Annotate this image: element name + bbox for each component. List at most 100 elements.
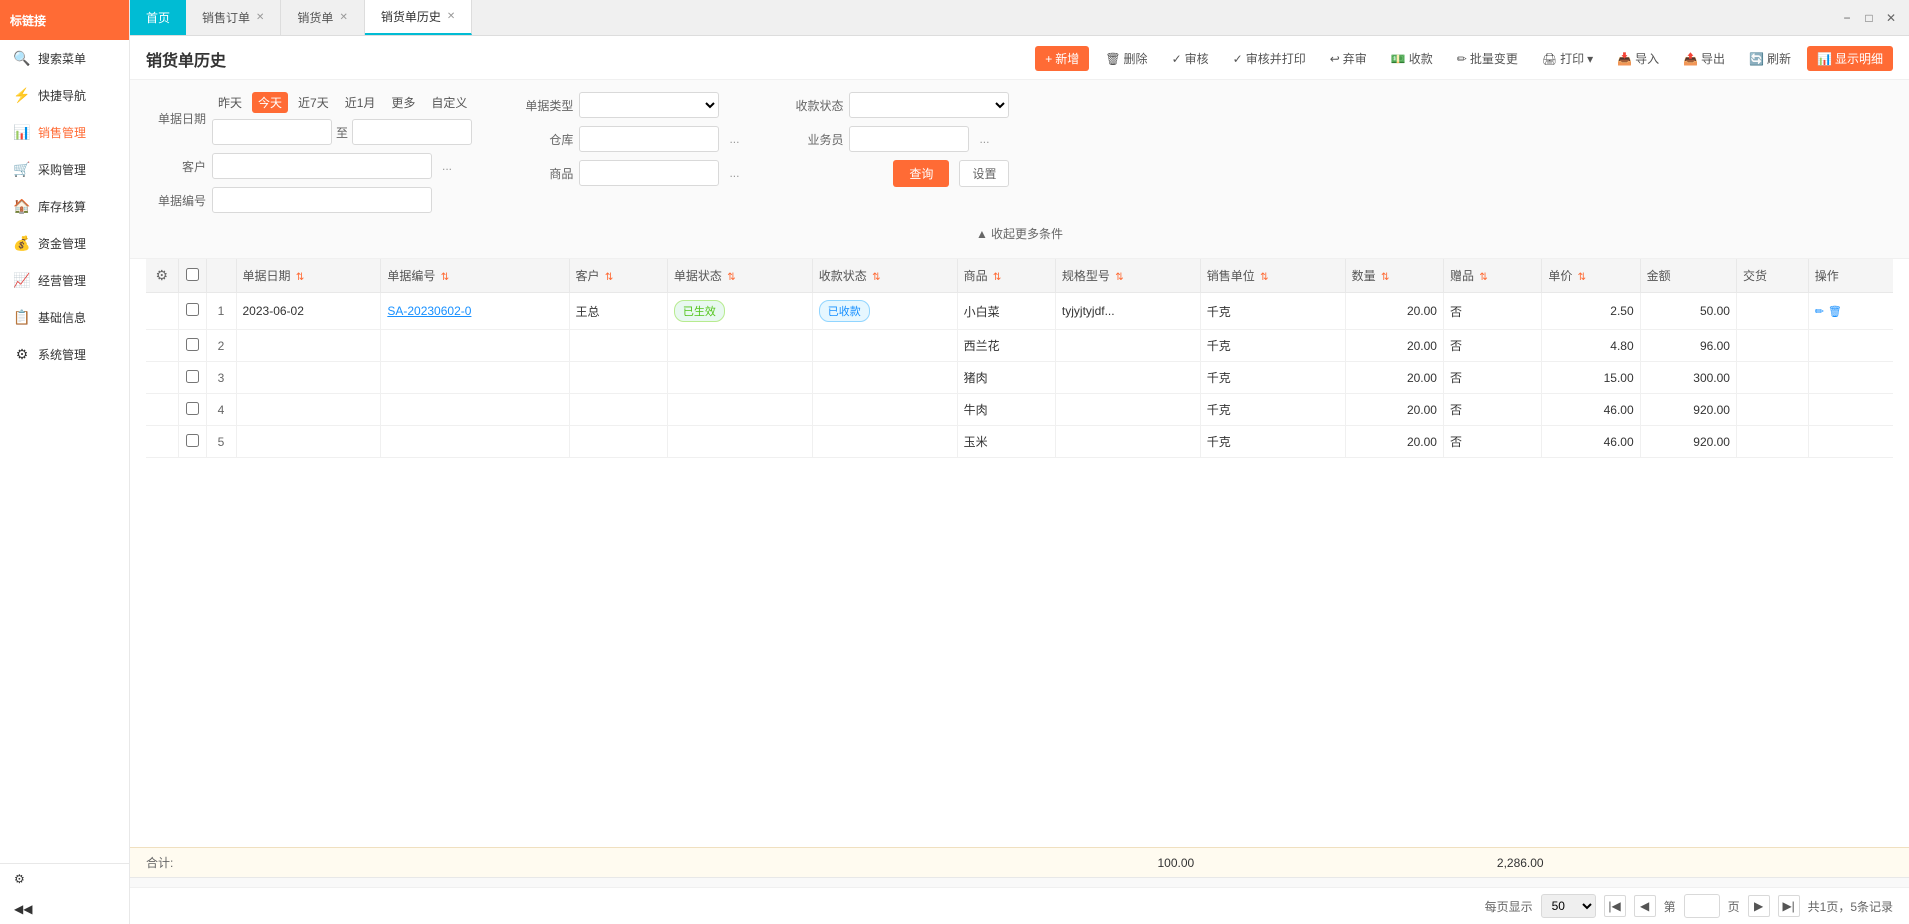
prev-page-btn[interactable]: ◀ [1634,895,1656,917]
docno-input[interactable] [212,187,432,213]
row-checkbox[interactable] [186,402,199,415]
customer-label: 客户 [146,158,206,175]
first-page-btn[interactable]: |◀ [1604,895,1626,917]
row-checkbox[interactable] [186,434,199,447]
tab-sales-goods-close[interactable]: ✕ [339,12,347,23]
set-button[interactable]: 设置 [959,160,1009,187]
staff-input[interactable] [849,126,969,152]
col-gift[interactable]: 赠品 ⇅ [1443,259,1541,293]
main-content: 首页 销售订单 ✕ 销货单 ✕ 销货单历史 ✕ − □ ✕ 销货单历史 + [130,0,1909,924]
date-tab-today[interactable]: 今天 [252,92,288,113]
col-sales-unit[interactable]: 销售单位 ⇅ [1200,259,1345,293]
tab-close-all-btn[interactable]: ✕ [1883,10,1899,26]
action-编辑[interactable]: ✏ [1815,306,1824,318]
collapse-filter-btn[interactable]: ▲ 收起更多条件 [968,221,1071,246]
col-goods[interactable]: 商品 ⇅ [957,259,1055,293]
batch-change-button[interactable]: ✏ 批量变更 [1449,46,1526,71]
print-button[interactable]: 🖨 打印 ▾ [1534,46,1601,71]
date-tab-more[interactable]: 更多 [385,92,421,113]
delete-button[interactable]: 🗑 删除 [1097,46,1155,71]
date-tab-custom[interactable]: 自定义 [425,92,473,113]
cell-check[interactable] [178,362,206,394]
cell-check[interactable] [178,426,206,458]
refresh-button[interactable]: 🔄 刷新 [1741,46,1799,71]
cell-spec [1055,426,1200,458]
col-check[interactable] [178,259,206,293]
customer-ellipsis[interactable]: ... [438,159,456,173]
col-payment-status[interactable]: 收款状态 ⇅ [812,259,957,293]
date-tab-yesterday[interactable]: 昨天 [212,92,248,113]
goods-input[interactable] [579,160,719,186]
row-checkbox[interactable] [186,370,199,383]
show-detail-button[interactable]: 📊 显示明细 [1807,46,1893,71]
customer-input[interactable] [212,153,432,179]
date-to-input[interactable]: 2023-06-02 [352,119,472,145]
tab-sales-history-close[interactable]: ✕ [447,11,455,22]
warehouse-ellipsis[interactable]: ... [725,132,743,146]
settings-gear-icon[interactable]: ⚙ [155,267,168,283]
import-button[interactable]: 📥 导入 [1609,46,1667,71]
goods-ellipsis[interactable]: ... [725,166,743,180]
row-checkbox[interactable] [186,303,199,316]
sidebar-item-quick-nav[interactable]: ⚡ 快捷导航 [0,77,129,114]
sidebar-item-inventory[interactable]: 🏠 库存核算 [0,188,129,225]
staff-ellipsis[interactable]: ... [975,132,993,146]
export-button[interactable]: 📤 导出 [1675,46,1733,71]
collect-button[interactable]: 💵 收款 [1383,46,1441,71]
col-transaction-label: 交货 [1743,269,1767,283]
tab-sales-history-label: 销货单历史 [381,8,441,25]
last-page-btn[interactable]: ▶| [1778,895,1800,917]
row-checkbox[interactable] [186,338,199,351]
tab-expand-btn[interactable]: □ [1861,10,1877,26]
col-settings[interactable]: ⚙ [146,259,178,293]
cell-customer [569,330,667,362]
sidebar-item-sales-mgmt[interactable]: 📊 销售管理 [0,114,129,151]
add-button[interactable]: + 新增 [1035,46,1089,71]
doctype-select[interactable] [579,92,719,118]
tab-sales-goods[interactable]: 销货单 ✕ [281,0,364,35]
cell-check[interactable] [178,330,206,362]
sidebar-item-ops-mgmt[interactable]: 📈 经营管理 [0,262,129,299]
sidebar-item-fund-mgmt[interactable]: 💰 资金管理 [0,225,129,262]
filter-staff-item: 业务员 ... [783,126,1009,152]
cell-check[interactable] [178,394,206,426]
sidebar-collapse-btn[interactable]: ◀◀ [0,894,129,924]
next-page-btn[interactable]: ▶ [1748,895,1770,917]
col-doc-date[interactable]: 单据日期 ⇅ [236,259,381,293]
select-all-checkbox[interactable] [186,268,199,281]
sidebar-item-search-menu[interactable]: 🔍 搜索菜单 [0,40,129,77]
action-删除[interactable]: 🗑 [1828,306,1842,318]
tab-minimize-btn[interactable]: − [1839,10,1855,26]
cell-check[interactable] [178,293,206,330]
date-from-input[interactable]: 2023-06-02 [212,119,332,145]
sidebar-settings-btn[interactable]: ⚙ [0,864,129,894]
col-unit-price[interactable]: 单价 ⇅ [1542,259,1640,293]
col-quantity[interactable]: 数量 ⇅ [1345,259,1443,293]
tab-sales-history[interactable]: 销货单历史 ✕ [365,0,472,35]
col-customer[interactable]: 客户 ⇅ [569,259,667,293]
sidebar-item-basic-info[interactable]: 📋 基础信息 [0,299,129,336]
tab-sales-order-close[interactable]: ✕ [256,12,264,23]
date-tab-1month[interactable]: 近1月 [339,92,382,113]
col-doc-no[interactable]: 单据编号 ⇅ [381,259,569,293]
date-tab-7days[interactable]: 近7天 [292,92,335,113]
horizontal-scrollbar[interactable] [130,877,1909,887]
page-size-select[interactable]: 50 20 100 [1541,894,1596,918]
sidebar-item-purchase-mgmt[interactable]: 🛒 采购管理 [0,151,129,188]
tab-sales-order-label: 销售订单 [202,9,250,26]
doc-no-link[interactable]: SA-20230602-0 [387,304,471,318]
tab-home[interactable]: 首页 [130,0,186,35]
footer-values: 100.00 2,286.00 [206,856,1893,870]
query-button[interactable]: 查询 [893,160,949,187]
col-doc-status[interactable]: 单据状态 ⇅ [667,259,812,293]
warehouse-input[interactable] [579,126,719,152]
payment-select[interactable] [849,92,1009,118]
filter-doctype-item: 单据类型 [513,92,743,118]
tab-sales-order[interactable]: 销售订单 ✕ [186,0,281,35]
page-number-input[interactable]: 1 [1684,894,1720,918]
abandon-button[interactable]: ↩ 弃审 [1322,46,1375,71]
audit-button[interactable]: ✓ 审核 [1164,46,1217,71]
col-spec[interactable]: 规格型号 ⇅ [1055,259,1200,293]
sidebar-item-sys-mgmt[interactable]: ⚙ 系统管理 [0,336,129,373]
audit-print-button[interactable]: ✓ 审核并打印 [1225,46,1314,71]
